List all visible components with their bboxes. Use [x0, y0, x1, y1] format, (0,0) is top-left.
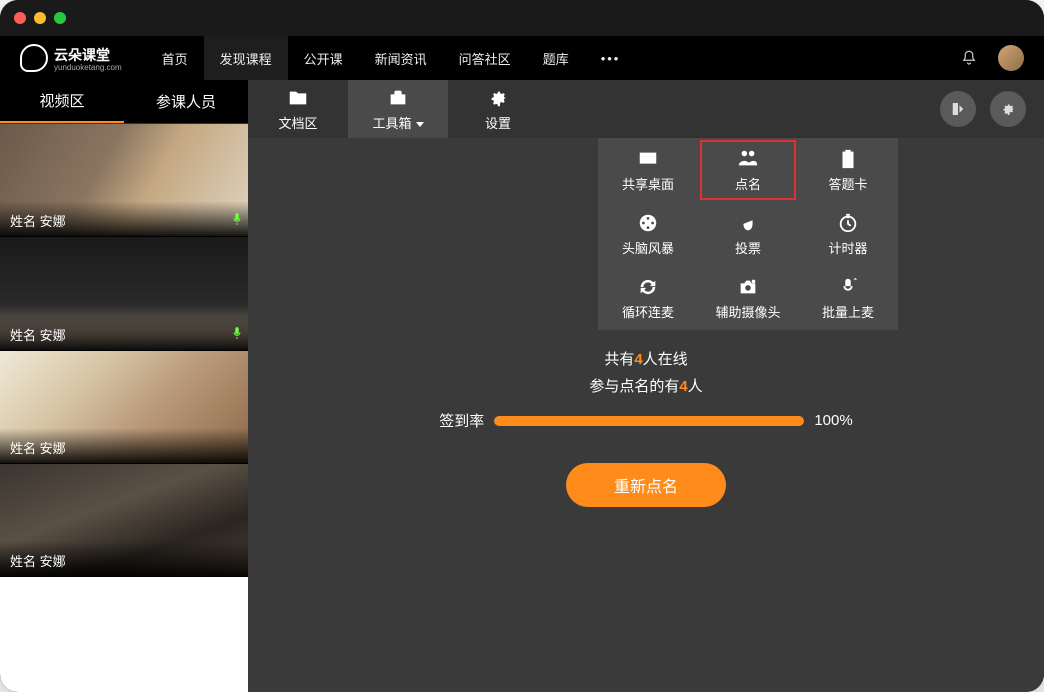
refresh-icon	[637, 276, 659, 298]
mic-up-icon	[837, 276, 859, 298]
film-reel-icon	[637, 212, 659, 234]
sidebar: 视频区 参课人员 姓名 安娜 姓名 安娜 姓名 安娜	[0, 80, 248, 692]
screen-share-icon	[637, 148, 659, 170]
video-list: 姓名 安娜 姓名 安娜 姓名 安娜 姓名 安娜	[0, 124, 248, 692]
tool-brainstorm[interactable]: 头脑风暴	[598, 202, 698, 266]
tool-cycle-mic[interactable]: 循环连麦	[598, 266, 698, 330]
nav-more[interactable]: •••	[585, 51, 637, 66]
signin-progress-fill	[494, 416, 804, 426]
app-window: 云朵课堂 yunduoketang.com 首页 发现课程 公开课 新闻资讯 问…	[0, 0, 1044, 692]
clipboard-icon	[837, 148, 859, 170]
participant-label: 姓名 安娜	[0, 541, 248, 576]
close-window-button[interactable]	[14, 12, 26, 24]
bell-icon	[960, 49, 978, 67]
logo-text: 云朵课堂	[54, 45, 122, 65]
nav-home[interactable]: 首页	[146, 36, 204, 80]
video-tile-empty	[0, 577, 248, 692]
traffic-lights	[14, 12, 66, 24]
user-avatar[interactable]	[998, 45, 1024, 71]
notifications-button[interactable]	[956, 45, 982, 71]
tool-roll-call[interactable]: 点名	[698, 138, 798, 202]
mic-active-icon	[230, 326, 244, 340]
minimize-window-button[interactable]	[34, 12, 46, 24]
chevron-down-icon	[416, 122, 424, 127]
tab-participants[interactable]: 参课人员	[124, 80, 248, 123]
maximize-window-button[interactable]	[54, 12, 66, 24]
signin-rate-label: 签到率	[439, 410, 484, 431]
exit-icon	[949, 100, 967, 118]
tool-share-desktop[interactable]: 共享桌面	[598, 138, 698, 202]
toolbox-dropdown: 共享桌面 点名 答题卡 头脑风暴 投票	[598, 138, 898, 330]
toolbar-settings[interactable]: 设置	[448, 80, 548, 138]
video-tile[interactable]: 姓名 安娜	[0, 237, 248, 350]
settings-gear-button[interactable]	[990, 91, 1026, 127]
tool-answer-card[interactable]: 答题卡	[798, 138, 898, 202]
hand-icon	[737, 212, 759, 234]
gear-icon	[487, 87, 509, 109]
logo[interactable]: 云朵课堂 yunduoketang.com	[20, 44, 122, 72]
signin-rate-row: 签到率 100%	[439, 410, 852, 431]
toolbar-docs[interactable]: 文档区	[248, 80, 348, 138]
folder-icon	[287, 87, 309, 109]
participant-label: 姓名 安娜	[0, 315, 248, 350]
video-tile[interactable]: 姓名 安娜	[0, 124, 248, 237]
nav-public-class[interactable]: 公开课	[288, 36, 359, 80]
participant-label: 姓名 安娜	[0, 201, 248, 236]
top-nav: 云朵课堂 yunduoketang.com 首页 发现课程 公开课 新闻资讯 问…	[0, 36, 1044, 80]
tool-aux-camera[interactable]: 辅助摄像头	[698, 266, 798, 330]
participant-label: 姓名 安娜	[0, 428, 248, 463]
main-toolbar: 文档区 工具箱 设置	[248, 80, 1044, 138]
tool-timer[interactable]: 计时器	[798, 202, 898, 266]
tool-vote[interactable]: 投票	[698, 202, 798, 266]
video-tile[interactable]: 姓名 安娜	[0, 351, 248, 464]
titlebar	[0, 0, 1044, 36]
signin-progress-bar	[494, 416, 804, 426]
nav-news[interactable]: 新闻资讯	[359, 36, 443, 80]
tool-batch-mic[interactable]: 批量上麦	[798, 266, 898, 330]
rollcall-count-line: 参与点名的有4人	[589, 375, 702, 396]
logo-subtext: yunduoketang.com	[54, 63, 122, 72]
sidebar-tabs: 视频区 参课人员	[0, 80, 248, 124]
camera-plus-icon	[737, 276, 759, 298]
exit-button[interactable]	[940, 91, 976, 127]
signin-rate-value: 100%	[814, 412, 852, 429]
video-tile[interactable]: 姓名 安娜	[0, 464, 248, 577]
logo-icon	[20, 44, 48, 72]
redo-rollcall-button[interactable]: 重新点名	[566, 463, 726, 507]
mic-active-icon	[230, 212, 244, 226]
nav-qa[interactable]: 问答社区	[443, 36, 527, 80]
nav-question-bank[interactable]: 题库	[527, 36, 585, 80]
main-area: 文档区 工具箱 设置	[248, 80, 1044, 692]
toolbar-toolbox[interactable]: 工具箱	[348, 80, 448, 138]
people-icon	[737, 148, 759, 170]
online-count-line: 共有4人在线	[604, 348, 687, 369]
nav-discover[interactable]: 发现课程	[204, 36, 288, 80]
tab-video-area[interactable]: 视频区	[0, 80, 124, 123]
gear-icon	[999, 100, 1017, 118]
toolbox-icon	[387, 87, 409, 109]
content: 视频区 参课人员 姓名 安娜 姓名 安娜 姓名 安娜	[0, 80, 1044, 692]
clock-icon	[837, 212, 859, 234]
